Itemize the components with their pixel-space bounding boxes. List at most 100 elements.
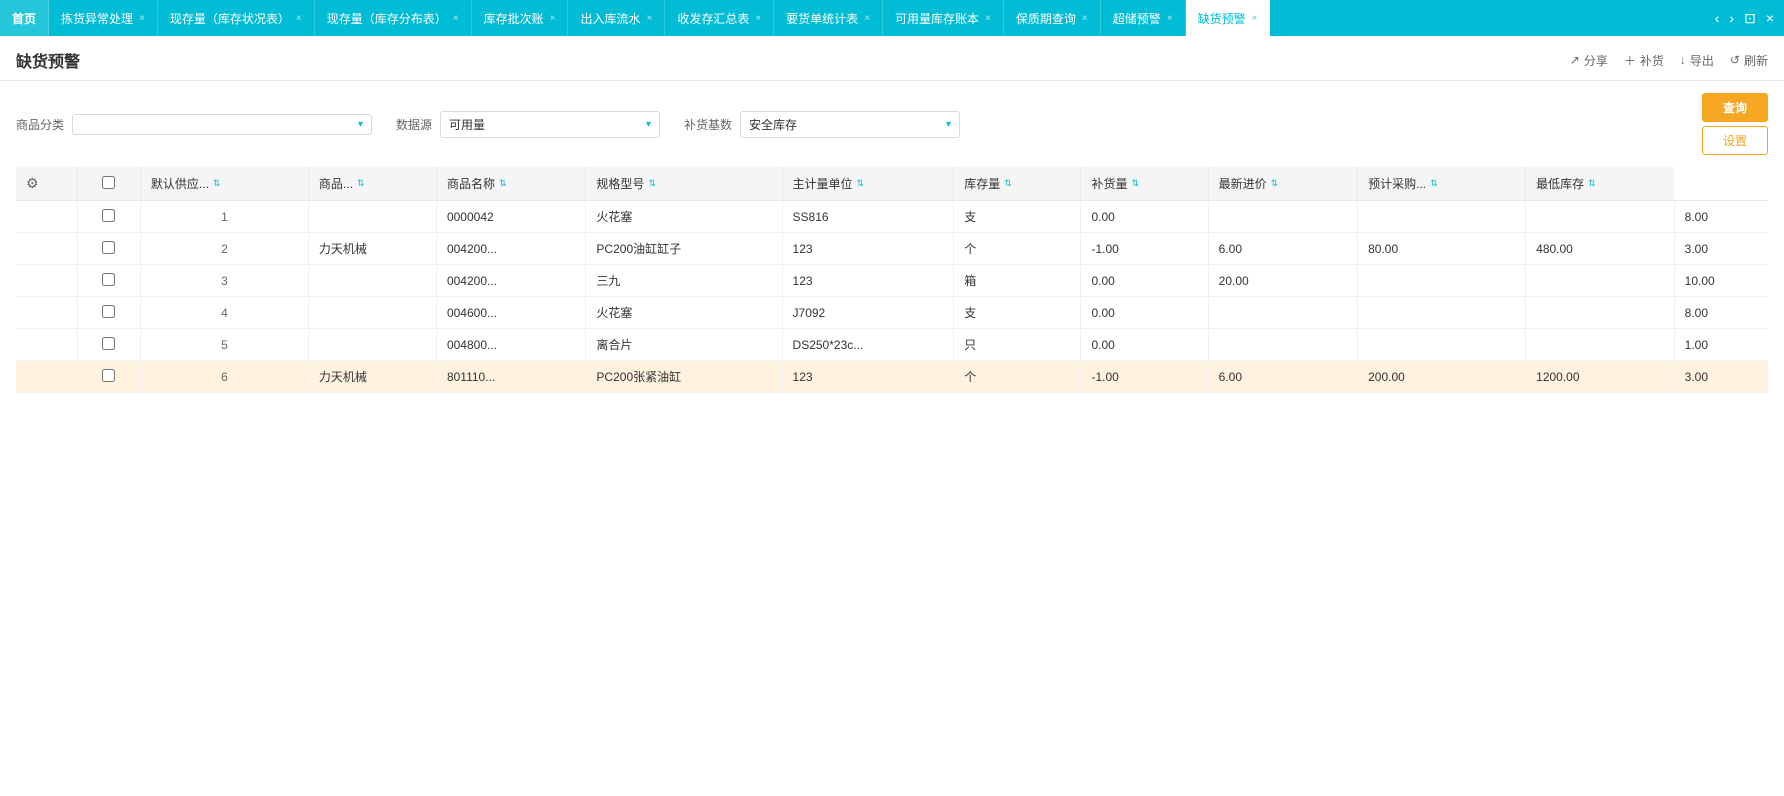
replenish-button[interactable]: ＋ 补货 (1624, 52, 1664, 69)
tab-restore-button[interactable]: ⊡ (1740, 8, 1760, 29)
tab-home[interactable]: 首页 (0, 0, 49, 36)
close-tab-expiry-query[interactable]: × (1082, 13, 1088, 24)
row-min-stock-0: 8.00 (1674, 201, 1768, 233)
tab-bar: 首页 拣货异常处理 × 现存量（库存状况表） × 现存量（库存分布表） × 库存… (0, 0, 1784, 36)
close-tab-defect-handling[interactable]: × (139, 13, 145, 24)
table-wrapper: ⚙ 默认供应... ⇅ 商品... ⇅ (0, 167, 1784, 393)
row-estimated-purchase-4 (1526, 329, 1675, 361)
col-unit: 主计量单位 ⇅ (782, 167, 954, 201)
select-all-checkbox[interactable] (102, 176, 115, 189)
row-product-code-4: 004800... (436, 329, 585, 361)
sort-stock[interactable]: 库存量 ⇅ (964, 175, 1070, 192)
row-min-stock-5: 3.00 (1674, 361, 1768, 393)
sort-supplier-icon: ⇅ (213, 178, 221, 189)
row-min-stock-2: 10.00 (1674, 265, 1768, 297)
data-table: ⚙ 默认供应... ⇅ 商品... ⇅ (16, 167, 1768, 393)
row-num-1: 2 (140, 233, 308, 265)
row-replenish-qty-1: 6.00 (1208, 233, 1357, 265)
sort-estimated-purchase[interactable]: 预计采购... ⇅ (1368, 175, 1515, 192)
replenish-basis-filter: 补货基数 安全库存 ▾ (684, 111, 960, 138)
tab-batch-account[interactable]: 库存批次账 × (472, 0, 569, 36)
sort-product-code-icon: ⇅ (357, 178, 365, 189)
tab-overstock-warning[interactable]: 超储预警 × (1101, 0, 1186, 36)
tab-inventory-dist[interactable]: 现存量（库存分布表） × (315, 0, 472, 36)
sort-unit[interactable]: 主计量单位 ⇅ (793, 175, 944, 192)
tab-expiry-query[interactable]: 保质期查询 × (1004, 0, 1101, 36)
export-button[interactable]: ↓ 导出 (1680, 52, 1714, 69)
row-replenish-qty-0 (1208, 201, 1357, 233)
row-estimated-purchase-5: 1200.00 (1526, 361, 1675, 393)
close-tab-inventory-dist[interactable]: × (453, 13, 459, 24)
close-tab-inout-flow[interactable]: × (646, 13, 652, 24)
tab-prev-button[interactable]: ‹ (1711, 8, 1724, 28)
row-replenish-qty-4 (1208, 329, 1357, 361)
row-supplier-0 (308, 201, 436, 233)
tab-close-all-button[interactable]: × (1762, 8, 1778, 28)
datasource-select[interactable]: 可用量 ▾ (440, 111, 660, 138)
row-checkbox-cell (77, 233, 140, 265)
tab-nav-controls: ‹ › ⊡ × (1705, 8, 1784, 29)
sort-product-name[interactable]: 商品名称 ⇅ (447, 175, 575, 192)
row-supplier-1: 力天机械 (308, 233, 436, 265)
tab-inout-flow[interactable]: 出入库流水 × (568, 0, 665, 36)
tab-next-button[interactable]: › (1725, 8, 1738, 28)
row-gear-cell (16, 265, 77, 297)
row-num-3: 4 (140, 297, 308, 329)
sort-min-stock[interactable]: 最低库存 ⇅ (1536, 175, 1664, 192)
table-row: 2 力天机械 004200... PC200油缸缸子 123 个 -1.00 6… (16, 233, 1768, 265)
row-replenish-qty-5: 6.00 (1208, 361, 1357, 393)
table-gear-icon[interactable]: ⚙ (26, 175, 39, 191)
close-tab-receive-summary[interactable]: × (755, 13, 761, 24)
row-stock-1: -1.00 (1081, 233, 1208, 265)
row-stock-0: 0.00 (1081, 201, 1208, 233)
table-row: 5 004800... 离合片 DS250*23c... 只 0.00 1.00 (16, 329, 1768, 361)
row-checkbox-0[interactable] (102, 209, 115, 222)
replenish-basis-select[interactable]: 安全库存 ▾ (740, 111, 960, 138)
close-tab-available-ledger[interactable]: × (985, 13, 991, 24)
close-tab-inventory-status[interactable]: × (296, 13, 302, 24)
row-stock-3: 0.00 (1081, 297, 1208, 329)
row-spec-2: 123 (782, 265, 954, 297)
close-tab-shortage-warning[interactable]: × (1252, 13, 1258, 24)
tab-receive-summary[interactable]: 收发存汇总表 × (665, 0, 774, 36)
sort-spec[interactable]: 规格型号 ⇅ (596, 175, 771, 192)
tab-shortage-warning[interactable]: 缺货预警 × (1186, 0, 1271, 36)
sort-latest-price[interactable]: 最新进价 ⇅ (1219, 175, 1347, 192)
row-checkbox-4[interactable] (102, 337, 115, 350)
row-latest-price-3 (1358, 297, 1526, 329)
row-product-code-5: 801110... (436, 361, 585, 393)
sort-replenish-qty[interactable]: 补货量 ⇅ (1091, 175, 1197, 192)
row-unit-5: 个 (954, 361, 1081, 393)
header-actions: ↗ 分享 ＋ 补货 ↓ 导出 ↺ 刷新 (1570, 52, 1768, 69)
row-checkbox-cell (77, 265, 140, 297)
row-checkbox-cell (77, 297, 140, 329)
category-select[interactable]: ▾ (72, 114, 372, 135)
close-tab-order-stats[interactable]: × (864, 13, 870, 24)
close-tab-batch-account[interactable]: × (550, 13, 556, 24)
row-gear-cell (16, 329, 77, 361)
sort-supplier[interactable]: 默认供应... ⇅ (151, 175, 298, 192)
tab-defect-handling[interactable]: 拣货异常处理 × (49, 0, 158, 36)
row-checkbox-5[interactable] (102, 369, 115, 382)
close-tab-overstock-warning[interactable]: × (1167, 13, 1173, 24)
datasource-value: 可用量 (449, 116, 485, 133)
tab-available-ledger[interactable]: 可用量库存账本 × (883, 0, 1004, 36)
row-checkbox-1[interactable] (102, 241, 115, 254)
row-product-code-0: 0000042 (436, 201, 585, 233)
refresh-button[interactable]: ↺ 刷新 (1730, 52, 1768, 69)
row-num-2: 3 (140, 265, 308, 297)
export-icon: ↓ (1680, 53, 1686, 67)
settings-button[interactable]: 设置 (1702, 126, 1768, 155)
row-num-5: 6 (140, 361, 308, 393)
tab-inventory-status[interactable]: 现存量（库存状况表） × (158, 0, 315, 36)
row-checkbox-3[interactable] (102, 305, 115, 318)
row-checkbox-2[interactable] (102, 273, 115, 286)
col-spec: 规格型号 ⇅ (586, 167, 782, 201)
table-header-row: ⚙ 默认供应... ⇅ 商品... ⇅ (16, 167, 1768, 201)
sort-product-code[interactable]: 商品... ⇅ (319, 175, 426, 192)
tab-order-stats[interactable]: 要货单统计表 × (774, 0, 883, 36)
sort-min-stock-icon: ⇅ (1588, 178, 1596, 189)
query-button[interactable]: 查询 (1702, 93, 1768, 122)
row-product-name-2: 三九 (586, 265, 782, 297)
share-button[interactable]: ↗ 分享 (1570, 52, 1608, 69)
